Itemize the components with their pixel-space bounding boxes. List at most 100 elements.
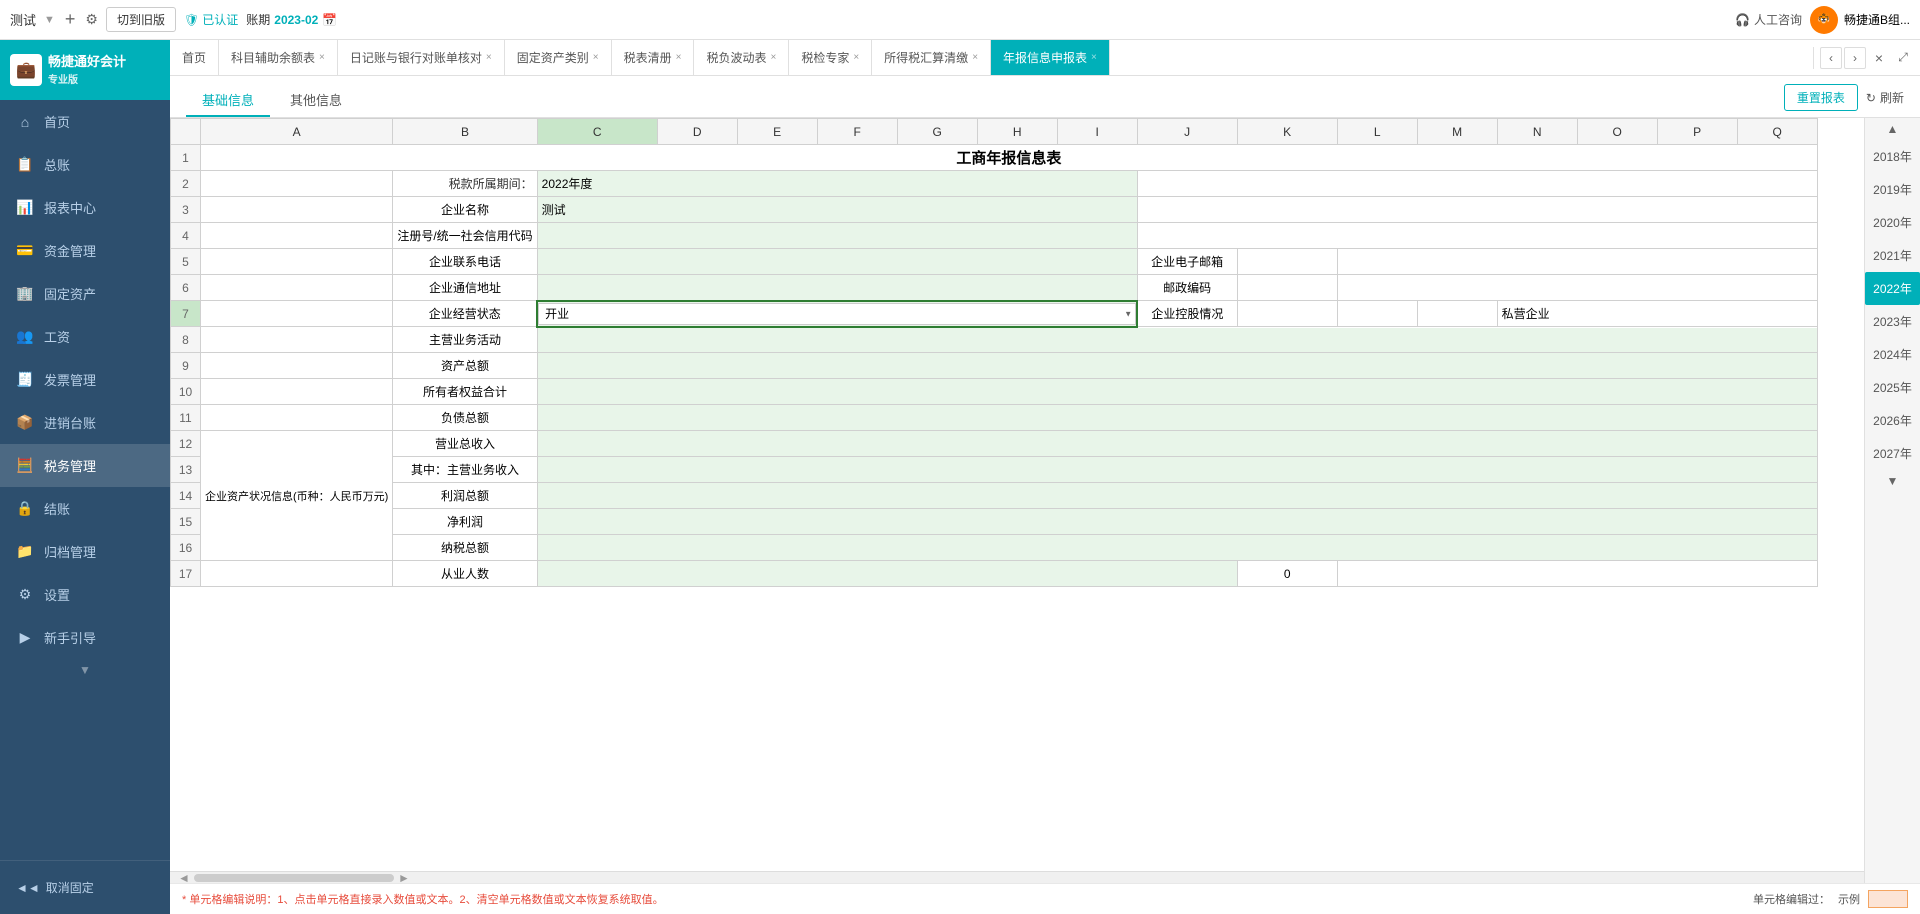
year-item-2019[interactable]: 2019年 xyxy=(1865,173,1920,206)
row-header-1[interactable]: 1 xyxy=(171,145,201,171)
cell-11-B[interactable]: 负债总额 xyxy=(393,405,537,431)
tab-tax-return[interactable]: 税表清册 × xyxy=(612,40,695,76)
col-header-P[interactable]: P xyxy=(1657,119,1737,145)
tab-home[interactable]: 首页 xyxy=(170,40,219,76)
cell-7-A[interactable] xyxy=(201,301,393,327)
year-item-2023[interactable]: 2023年 xyxy=(1865,305,1920,338)
cell-6-K[interactable] xyxy=(1237,275,1337,301)
cell-4-B[interactable]: 注册号/统一社会信用代码 xyxy=(393,223,537,249)
year-item-2018[interactable]: 2018年 xyxy=(1865,140,1920,173)
year-item-2025[interactable]: 2025年 xyxy=(1865,371,1920,404)
cell-7-L[interactable] xyxy=(1337,301,1417,327)
row-header-16[interactable]: 16 xyxy=(171,535,201,561)
sidebar-item-funds[interactable]: 💳 资金管理 xyxy=(0,229,170,272)
tab-tax-change[interactable]: 税负波动表 × xyxy=(694,40,789,76)
cell-5-B[interactable]: 企业联系电话 xyxy=(393,249,537,275)
add-tab-button[interactable]: + xyxy=(63,9,78,30)
close-tab-tax-expert[interactable]: × xyxy=(853,52,859,63)
row-header-10[interactable]: 10 xyxy=(171,379,201,405)
switch-version-button[interactable]: 切到旧版 xyxy=(106,7,176,32)
horizontal-scrollbar[interactable]: ◄ ► xyxy=(170,871,1864,883)
reset-report-button[interactable]: 重置报表 xyxy=(1784,84,1858,111)
col-header-Q[interactable]: Q xyxy=(1737,119,1817,145)
cell-5-J[interactable]: 企业电子邮箱 xyxy=(1137,249,1237,275)
sidebar-item-ledger[interactable]: 📋 总账 xyxy=(0,143,170,186)
scroll-left-btn[interactable]: ◄ xyxy=(174,871,194,884)
cell-12-A[interactable]: 企业资产状况信息(币种：人民币万元) xyxy=(201,431,393,561)
col-header-H[interactable]: H xyxy=(977,119,1057,145)
sidebar-item-tax[interactable]: 🧮 税务管理 xyxy=(0,444,170,487)
tab-annual-report[interactable]: 年报信息申报表 × xyxy=(991,40,1110,76)
refresh-button[interactable]: ↻ 刷新 xyxy=(1866,89,1904,106)
tab-assets-cat[interactable]: 固定资产类别 × xyxy=(505,40,612,76)
col-header-K[interactable]: K xyxy=(1237,119,1337,145)
settings-icon[interactable]: ⚙ xyxy=(85,11,98,28)
cell-14-C[interactable] xyxy=(537,483,1817,509)
col-header-B[interactable]: B xyxy=(393,119,537,145)
row-header-5[interactable]: 5 xyxy=(171,249,201,275)
row-header-17[interactable]: 17 xyxy=(171,561,201,587)
col-header-I[interactable]: I xyxy=(1057,119,1137,145)
cell-8-C[interactable] xyxy=(537,327,1817,353)
cell-1-title[interactable]: 工商年报信息表 xyxy=(201,145,1818,171)
tab-tax-expert[interactable]: 税检专家 × xyxy=(789,40,872,76)
sidebar-item-settings[interactable]: ⚙ 设置 xyxy=(0,573,170,616)
row-header-4[interactable]: 4 xyxy=(171,223,201,249)
cell-6-L[interactable] xyxy=(1337,275,1817,301)
row-header-9[interactable]: 9 xyxy=(171,353,201,379)
sidebar-item-guide[interactable]: ▶ 新手引导 xyxy=(0,616,170,659)
cell-10-B[interactable]: 所有者权益合计 xyxy=(393,379,537,405)
col-header-L[interactable]: L xyxy=(1337,119,1417,145)
cell-7-N[interactable]: 私营企业 xyxy=(1497,301,1817,327)
cell-4-C[interactable] xyxy=(537,223,1137,249)
col-header-F[interactable]: F xyxy=(817,119,897,145)
close-tab-tax-change[interactable]: × xyxy=(770,52,776,63)
cell-12-B[interactable]: 营业总收入 xyxy=(393,431,537,457)
scroll-right-btn[interactable]: ► xyxy=(394,871,414,884)
cell-3-C[interactable]: 测试 xyxy=(537,197,1137,223)
cell-7-K[interactable] xyxy=(1237,301,1337,327)
cell-5-C[interactable] xyxy=(537,249,1137,275)
cell-17-L[interactable] xyxy=(1337,561,1817,587)
cell-15-C[interactable] xyxy=(537,509,1817,535)
cell-14-B[interactable]: 利润总额 xyxy=(393,483,537,509)
sidebar-item-invoice[interactable]: 🧾 发票管理 xyxy=(0,358,170,401)
year-item-2024[interactable]: 2024年 xyxy=(1865,338,1920,371)
cell-17-B[interactable]: 从业人数 xyxy=(393,561,537,587)
cell-5-L[interactable] xyxy=(1337,249,1817,275)
cell-2-J[interactable] xyxy=(1137,171,1817,197)
cell-8-A[interactable] xyxy=(201,327,393,353)
col-header-E[interactable]: E xyxy=(737,119,817,145)
row-header-6[interactable]: 6 xyxy=(171,275,201,301)
col-header-M[interactable]: M xyxy=(1417,119,1497,145)
cell-6-A[interactable] xyxy=(201,275,393,301)
close-all-tabs[interactable]: × xyxy=(1868,47,1890,69)
cell-6-B[interactable]: 企业通信地址 xyxy=(393,275,537,301)
cell-11-A[interactable] xyxy=(201,405,393,431)
cell-11-C[interactable] xyxy=(537,405,1817,431)
sidebar-item-closing[interactable]: 🔒 结账 xyxy=(0,487,170,530)
sidebar-scroll-down[interactable]: ▼ xyxy=(0,659,170,681)
cell-8-B[interactable]: 主营业务活动 xyxy=(393,327,537,353)
col-header-J[interactable]: J xyxy=(1137,119,1237,145)
row-header-12[interactable]: 12 xyxy=(171,431,201,457)
cell-17-C[interactable] xyxy=(537,561,1237,587)
cell-5-K[interactable] xyxy=(1237,249,1337,275)
cell-6-J[interactable]: 邮政编码 xyxy=(1137,275,1237,301)
close-tab-annual-report[interactable]: × xyxy=(1091,52,1097,63)
cancel-fixed-button[interactable]: ◄◄ 取消固定 xyxy=(0,869,170,906)
col-header-C[interactable]: C xyxy=(537,119,657,145)
sub-tab-other[interactable]: 其他信息 xyxy=(274,84,358,117)
year-panel-scroll-down[interactable]: ▼ xyxy=(1865,470,1920,492)
cell-4-J[interactable] xyxy=(1137,223,1817,249)
close-tab-aux[interactable]: × xyxy=(319,52,325,63)
row-header-11[interactable]: 11 xyxy=(171,405,201,431)
cell-17-K[interactable]: 0 xyxy=(1237,561,1337,587)
row-header-8[interactable]: 8 xyxy=(171,327,201,353)
sub-tab-basic[interactable]: 基础信息 xyxy=(186,84,270,117)
cell-7-C[interactable]: 开业 注销 吊销 迁出 撤销 xyxy=(537,301,1137,327)
row-header-7[interactable]: 7 xyxy=(171,301,201,327)
row-header-3[interactable]: 3 xyxy=(171,197,201,223)
col-header-N[interactable]: N xyxy=(1497,119,1577,145)
year-item-2026[interactable]: 2026年 xyxy=(1865,404,1920,437)
